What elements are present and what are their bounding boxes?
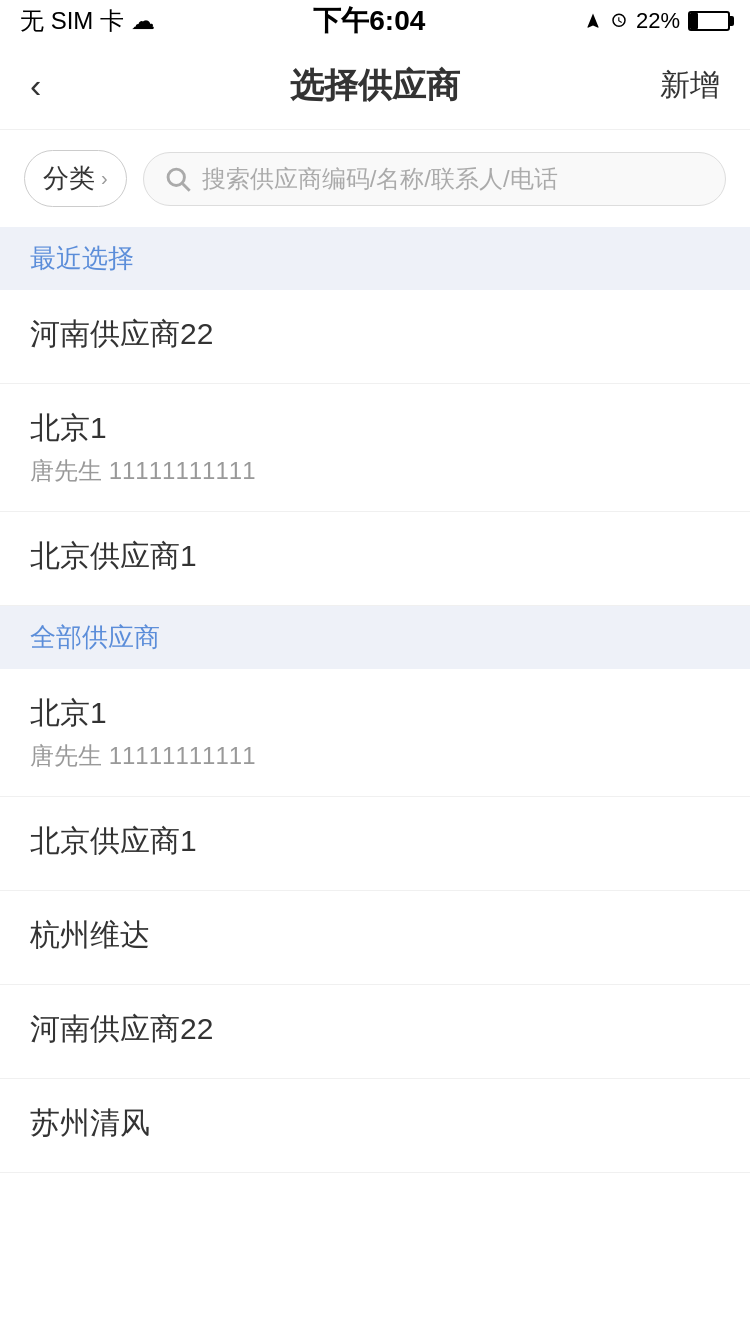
filter-row: 分类 › 搜索供应商编码/名称/联系人/电话	[0, 130, 750, 227]
item-name: 北京1	[30, 408, 720, 449]
status-bar: 无 SIM 卡 ☁ 下午6:04 22%	[0, 0, 750, 42]
all-items-list: 北京1 唐先生 11111111111 北京供应商1 杭州维达 河南供应商22 …	[0, 669, 750, 1173]
search-placeholder: 搜索供应商编码/名称/联系人/电话	[202, 163, 558, 195]
list-item[interactable]: 北京1 唐先生 11111111111	[0, 384, 750, 512]
list-item[interactable]: 北京1 唐先生 11111111111	[0, 669, 750, 797]
list-item[interactable]: 河南供应商22	[0, 290, 750, 384]
nav-bar: ‹ 选择供应商 新增	[0, 42, 750, 130]
search-box[interactable]: 搜索供应商编码/名称/联系人/电话	[143, 152, 726, 206]
battery-icon	[688, 11, 730, 31]
item-name: 河南供应商22	[30, 1009, 720, 1050]
category-button[interactable]: 分类 ›	[24, 150, 127, 207]
chevron-right-icon: ›	[101, 167, 108, 190]
item-name: 北京供应商1	[30, 536, 720, 577]
item-name: 北京1	[30, 693, 720, 734]
add-button[interactable]: 新增	[660, 65, 720, 106]
category-label: 分类	[43, 161, 95, 196]
item-name: 河南供应商22	[30, 314, 720, 355]
svg-point-0	[168, 169, 184, 185]
item-name: 北京供应商1	[30, 821, 720, 862]
status-right: 22%	[584, 8, 730, 34]
list-item[interactable]: 河南供应商22	[0, 985, 750, 1079]
page-title: 选择供应商	[290, 63, 460, 109]
item-name: 杭州维达	[30, 915, 720, 956]
battery-percent: 22%	[636, 8, 680, 34]
all-section-header: 全部供应商	[0, 606, 750, 669]
item-sub: 唐先生 11111111111	[30, 740, 720, 772]
location-icon	[584, 12, 602, 30]
back-button[interactable]: ‹	[30, 66, 90, 105]
recent-section-header: 最近选择	[0, 227, 750, 290]
recent-items-list: 河南供应商22 北京1 唐先生 11111111111 北京供应商1	[0, 290, 750, 606]
alarm-icon	[610, 12, 628, 30]
list-item[interactable]: 北京供应商1	[0, 797, 750, 891]
item-sub: 唐先生 11111111111	[30, 455, 720, 487]
list-item[interactable]: 北京供应商1	[0, 512, 750, 606]
list-item[interactable]: 杭州维达	[0, 891, 750, 985]
status-left: 无 SIM 卡 ☁	[20, 5, 155, 37]
list-item[interactable]: 苏州清风	[0, 1079, 750, 1173]
item-name: 苏州清风	[30, 1103, 720, 1144]
svg-line-1	[182, 183, 189, 190]
sim-text: 无 SIM 卡 ☁	[20, 5, 155, 37]
search-icon	[164, 165, 192, 193]
status-time: 下午6:04	[313, 2, 425, 40]
